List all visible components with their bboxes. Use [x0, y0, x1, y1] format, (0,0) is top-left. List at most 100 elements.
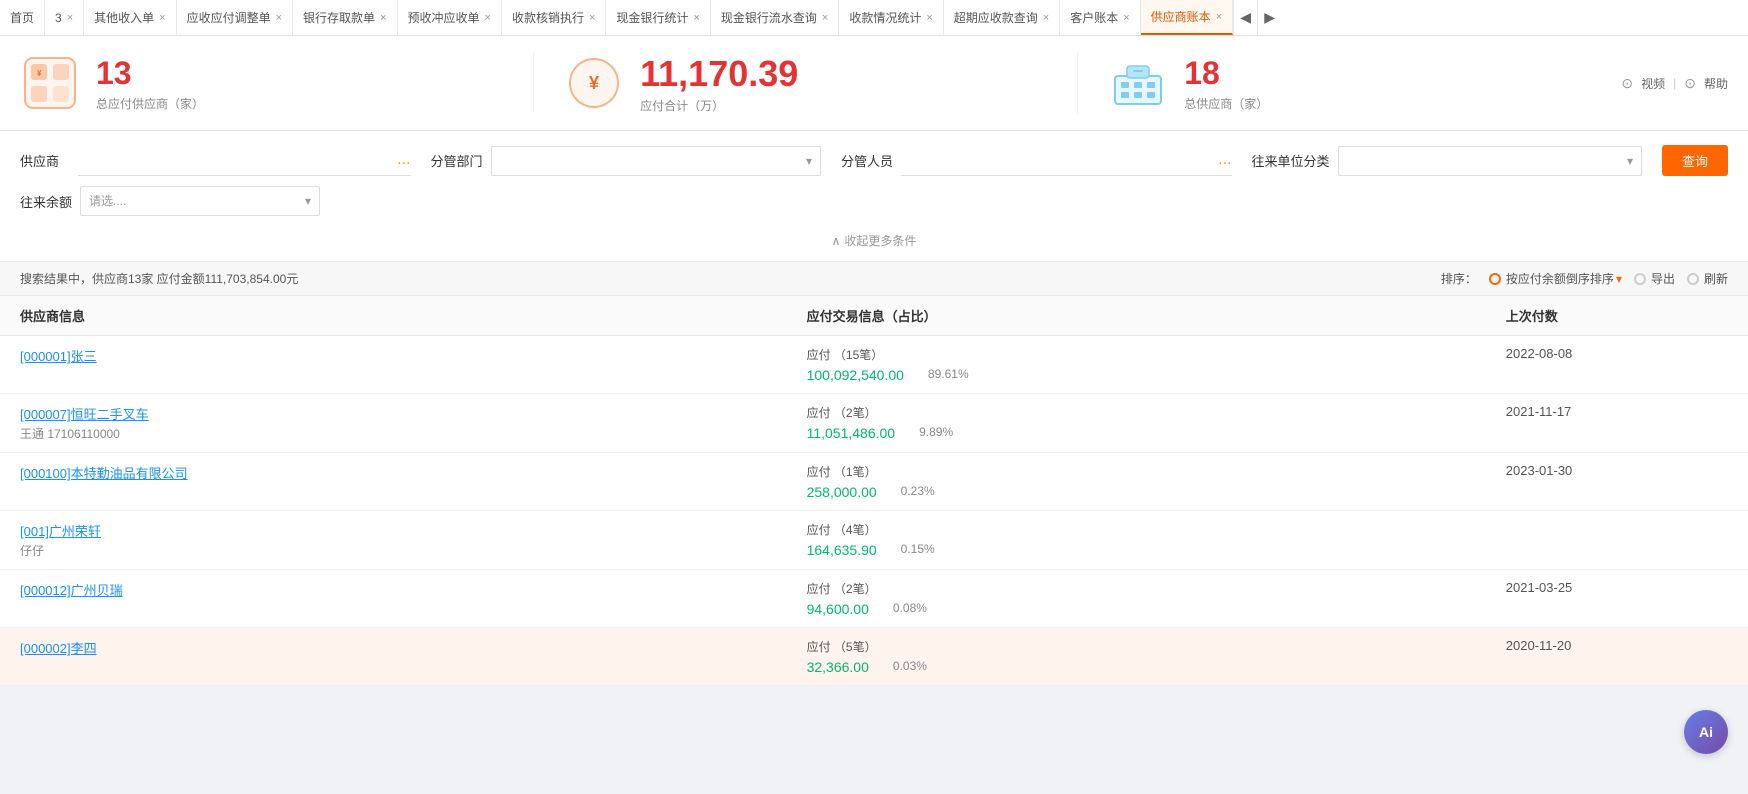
- refresh-option[interactable]: 刷新: [1687, 270, 1728, 287]
- nav-tab-customer-ledger-close[interactable]: ×: [1123, 12, 1129, 24]
- svg-text:¥: ¥: [589, 73, 599, 93]
- balance-select[interactable]: 请选....: [89, 194, 301, 208]
- payable-info-cell: 应付 （2笔）94,600.000.08%: [787, 570, 1486, 628]
- card3-number: 18: [1184, 54, 1268, 92]
- dept-chevron-icon: ▾: [806, 154, 812, 168]
- payable-count: 应付 （2笔）: [807, 580, 1466, 597]
- nav-tab-overdue-ar[interactable]: 超期应收款查询 ×: [944, 0, 1060, 35]
- nav-tab-3-close[interactable]: ×: [67, 12, 73, 24]
- collapse-button[interactable]: ∧ 收起更多条件: [832, 232, 917, 249]
- filter-dept: 分管部门 ▾: [431, 146, 822, 176]
- table-header-row: 供应商信息 应付交易信息（占比） 上次付数: [0, 296, 1748, 336]
- last-pay-date-cell: 2020-11-20: [1486, 628, 1748, 686]
- nav-tab-3[interactable]: 3 ×: [45, 0, 84, 35]
- balance-select-wrap[interactable]: 请选.... ▾: [80, 186, 320, 216]
- nav-tab-customer-ledger-label: 客户账本: [1070, 9, 1118, 26]
- supplier-sub: 王通 17106110000: [20, 425, 767, 442]
- result-bar: 搜索结果中，供应商13家 应付金额111,703,854.00元 排序： 按应付…: [0, 262, 1748, 296]
- nav-tab-cash-bank-stat-close[interactable]: ×: [693, 12, 699, 24]
- top-right-links: ⊙ 视频 | ⊙ 帮助: [1621, 75, 1728, 92]
- supplier-link[interactable]: [000002]李四: [20, 641, 97, 656]
- video-link[interactable]: 视频: [1641, 75, 1665, 92]
- card1-label: 总应付供应商（家）: [96, 95, 204, 112]
- person-dots-icon[interactable]: ...: [1218, 151, 1231, 169]
- filter-supplier: 供应商 ...: [20, 145, 411, 176]
- supplier-link[interactable]: [000100]本特勤油品有限公司: [20, 466, 188, 481]
- nav-tab-prepay-ar-close[interactable]: ×: [485, 12, 491, 24]
- collapse-btn-label: 收起更多条件: [844, 232, 916, 249]
- payable-amount: 100,092,540.00: [807, 367, 904, 383]
- nav-tab-ar-ap-adjust-close[interactable]: ×: [276, 12, 282, 24]
- export-option[interactable]: 导出: [1634, 270, 1675, 287]
- nav-tab-ar-ap-adjust[interactable]: 应收应付调整单 ×: [177, 0, 293, 35]
- nav-tab-cash-bank-flow-close[interactable]: ×: [822, 12, 828, 24]
- nav-tab-other-income-close[interactable]: ×: [159, 12, 165, 24]
- nav-tab-collect-verify-close[interactable]: ×: [589, 12, 595, 24]
- chevron-up-icon: ∧: [832, 234, 841, 248]
- nav-tab-supplier-ledger[interactable]: 供应商账本 ×: [1141, 0, 1233, 35]
- last-pay-date-cell: 2022-08-08: [1486, 336, 1748, 394]
- summary-card-suppliers: ¥ 13 总应付供应商（家）: [20, 53, 534, 113]
- payable-info-cell: 应付 （4笔）164,635.900.15%: [787, 511, 1486, 570]
- payable-amount: 164,635.90: [807, 542, 877, 558]
- sort-option[interactable]: 按应付余额倒序排序 ▾: [1489, 270, 1622, 287]
- nav-tab-overdue-ar-label: 超期应收款查询: [954, 9, 1038, 26]
- category-label: 往来单位分类: [1252, 151, 1330, 170]
- refresh-label: 刷新: [1704, 270, 1728, 287]
- payable-pct: 9.89%: [919, 425, 953, 439]
- last-pay-date-cell: [1486, 511, 1748, 570]
- balance-chevron-icon: ▾: [305, 194, 311, 208]
- nav-tab-cash-bank-flow[interactable]: 现金银行流水查询 ×: [711, 0, 839, 35]
- supplier-link[interactable]: [000007]恒旺二手叉车: [20, 407, 149, 422]
- help-link[interactable]: 帮助: [1704, 75, 1728, 92]
- nav-tab-overdue-ar-close[interactable]: ×: [1043, 12, 1049, 24]
- supplier-link[interactable]: [001]广州荣轩: [20, 524, 101, 539]
- nav-left-arrow[interactable]: ◀: [1233, 0, 1257, 35]
- person-input[interactable]: [901, 145, 1218, 175]
- nav-tab-cash-bank-stat[interactable]: 现金银行统计 ×: [606, 0, 710, 35]
- last-pay-date-cell: 2021-11-17: [1486, 394, 1748, 453]
- category-chevron-icon: ▾: [1627, 154, 1633, 168]
- ai-button[interactable]: Ai: [1684, 710, 1728, 754]
- nav-tab-supplier-ledger-close[interactable]: ×: [1216, 11, 1222, 23]
- nav-tab-home[interactable]: 首页: [0, 0, 45, 35]
- nav-tab-collect-verify[interactable]: 收款核销执行 ×: [502, 0, 606, 35]
- summary-card2-content: 11,170.39 应付合计（万）: [640, 52, 798, 114]
- nav-right-arrow[interactable]: ▶: [1257, 0, 1281, 35]
- payable-count: 应付 （1笔）: [807, 463, 1466, 480]
- nav-tab-collection-stat-close[interactable]: ×: [926, 12, 932, 24]
- supplier-info-cell: [000100]本特勤油品有限公司: [0, 453, 787, 511]
- refresh-radio-icon: [1687, 273, 1699, 285]
- payable-info-cell: 应付 （1笔）258,000.000.23%: [787, 453, 1486, 511]
- filter-section: 供应商 ... 分管部门 ▾ 分管人员 ...: [0, 131, 1748, 262]
- nav-tab-customer-ledger[interactable]: 客户账本 ×: [1060, 0, 1140, 35]
- th-supplier-info: 供应商信息: [0, 296, 787, 336]
- dept-select-wrap[interactable]: ▾: [491, 146, 821, 176]
- collapse-bar: ∧ 收起更多条件: [20, 226, 1728, 253]
- supplier-info-cell: [000001]张三: [0, 336, 787, 394]
- supplier-dots-icon[interactable]: ...: [397, 151, 410, 169]
- summary-section: ¥ 13 总应付供应商（家） ¥ 11,170.39 应付合计（万）: [0, 36, 1748, 131]
- summary-card-total-suppliers: 18 总供应商（家）: [1108, 53, 1621, 113]
- dept-select[interactable]: [500, 154, 802, 168]
- supplier-input[interactable]: [78, 145, 397, 175]
- table-row: [000007]恒旺二手叉车王通 17106110000应付 （2笔）11,05…: [0, 394, 1748, 453]
- category-select[interactable]: [1347, 154, 1623, 168]
- supplier-label: 供应商: [20, 151, 70, 170]
- nav-tab-bank-deposit[interactable]: 银行存取款单 ×: [293, 0, 397, 35]
- table-row: [000002]李四应付 （5笔）32,366.000.03%2020-11-2…: [0, 628, 1748, 686]
- supplier-link[interactable]: [000012]广州贝瑞: [20, 583, 123, 598]
- category-select-wrap[interactable]: ▾: [1338, 146, 1642, 176]
- nav-tab-other-income[interactable]: 其他收入单 ×: [84, 0, 176, 35]
- nav-tab-bank-deposit-close[interactable]: ×: [380, 12, 386, 24]
- payable-amount: 11,051,486.00: [807, 425, 896, 441]
- payable-count: 应付 （5笔）: [807, 638, 1466, 655]
- payable-info-cell: 应付 （15笔）100,092,540.0089.61%: [787, 336, 1486, 394]
- nav-tab-collection-stat[interactable]: 收款情况统计 ×: [839, 0, 943, 35]
- svg-text:¥: ¥: [37, 69, 42, 78]
- nav-tab-prepay-ar[interactable]: 预收冲应收单 ×: [398, 0, 502, 35]
- last-pay-date-cell: 2023-01-30: [1486, 453, 1748, 511]
- supplier-link[interactable]: [000001]张三: [20, 349, 97, 364]
- query-button[interactable]: 查询: [1662, 145, 1728, 176]
- supplier-info-cell: [000007]恒旺二手叉车王通 17106110000: [0, 394, 787, 453]
